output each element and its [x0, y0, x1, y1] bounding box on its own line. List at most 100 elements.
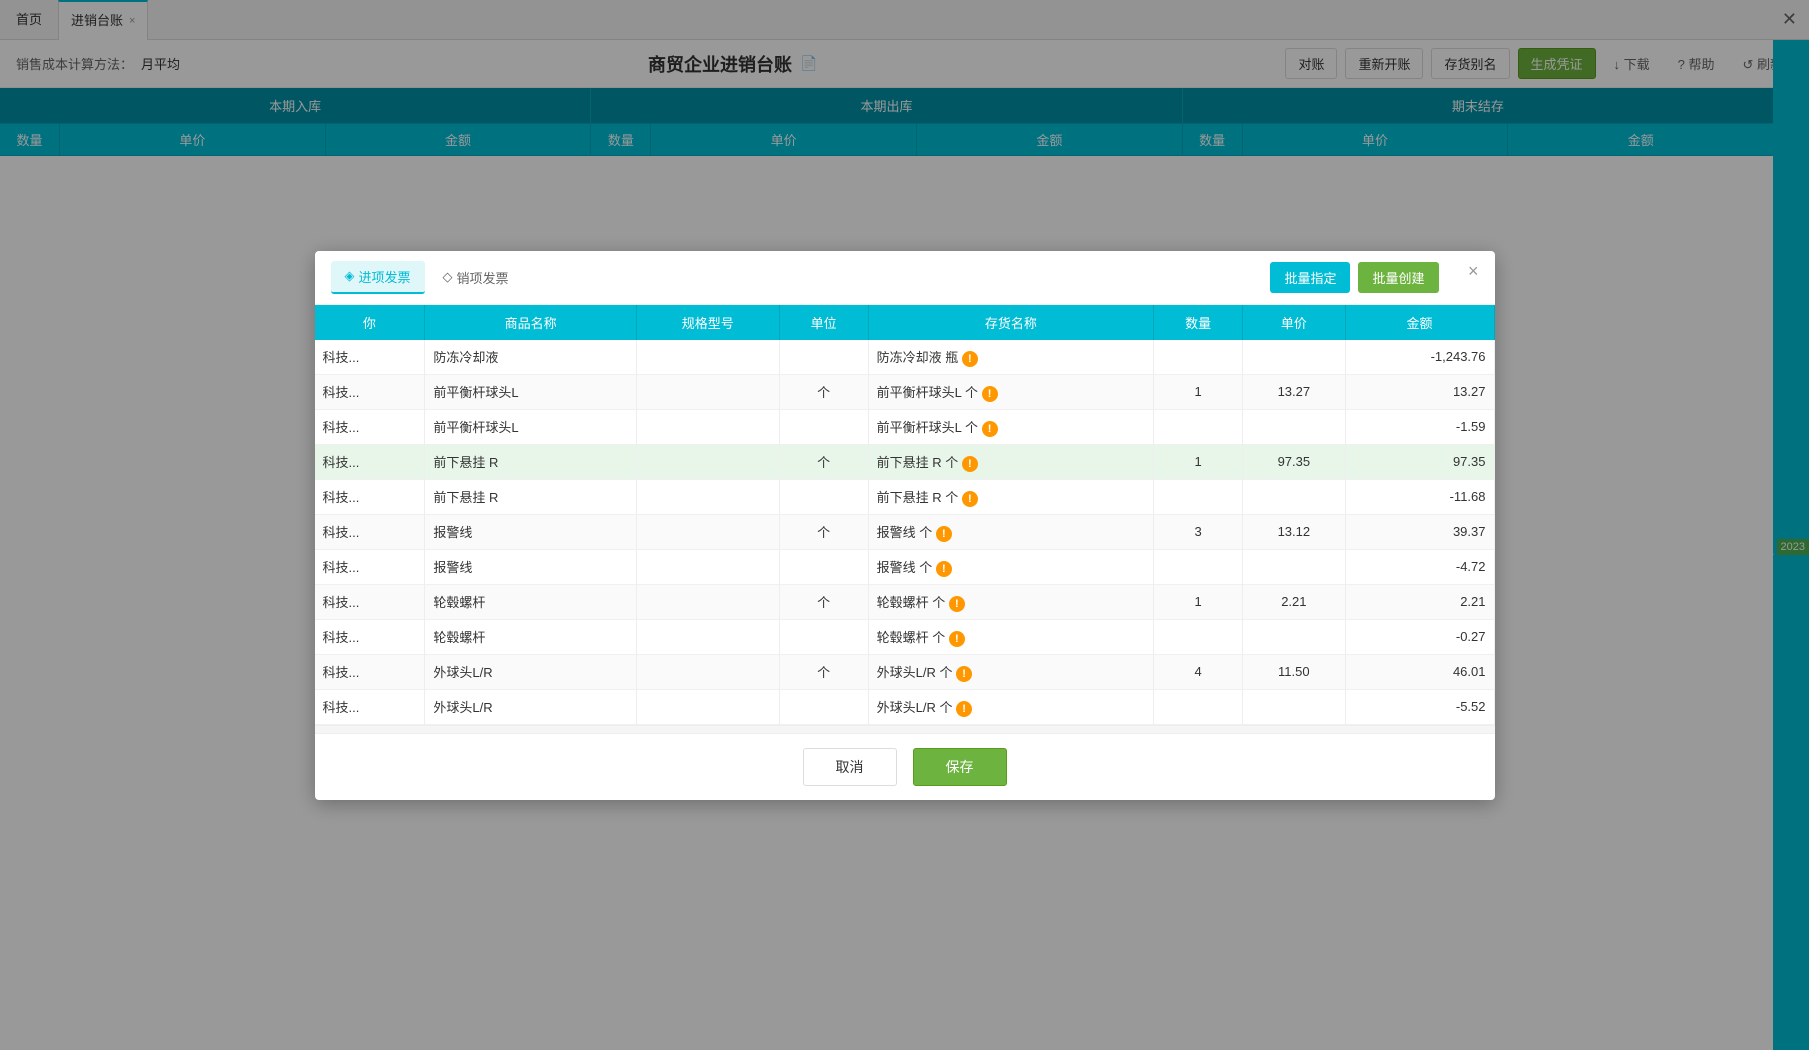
- cell-spec: [636, 584, 779, 619]
- cancel-button[interactable]: 取消: [803, 748, 897, 786]
- cell-amount: 13.27: [1345, 374, 1494, 409]
- cell-qty: 3: [1154, 514, 1243, 549]
- table-row[interactable]: 科技... 前平衡杆球头L 个 前平衡杆球头L 个 ! 1 13.27 13.2…: [315, 374, 1495, 409]
- modal-toolbar: 批量指定 批量创建: [1270, 262, 1438, 293]
- col-header-spec: 规格型号: [636, 305, 779, 340]
- cell-id: 科技...: [315, 374, 425, 409]
- warn-icon: !: [956, 666, 972, 682]
- cell-storage: 前下悬挂 R 个 !: [868, 444, 1153, 479]
- warn-icon: !: [982, 421, 998, 437]
- cell-unit: 个: [779, 374, 868, 409]
- tab-in-invoice[interactable]: ◈ 进项发票: [331, 261, 425, 294]
- cell-spec: [636, 374, 779, 409]
- cell-price: [1243, 689, 1346, 724]
- cell-qty: 4: [1154, 654, 1243, 689]
- cell-storage: 报警线 个 !: [868, 549, 1153, 584]
- cell-unit: [779, 479, 868, 514]
- cell-unit: [779, 340, 868, 375]
- cell-qty: [1154, 689, 1243, 724]
- cell-amount: -0.27: [1345, 619, 1494, 654]
- cell-price: 13.12: [1243, 514, 1346, 549]
- tab-in-icon: ◈: [345, 268, 355, 284]
- modal-close-button[interactable]: ×: [1468, 261, 1479, 282]
- batch-assign-button[interactable]: 批量指定: [1270, 262, 1350, 293]
- cell-storage: 轮毂螺杆 个 !: [868, 584, 1153, 619]
- cell-unit: [779, 409, 868, 444]
- cell-storage: 前平衡杆球头L 个 !: [868, 409, 1153, 444]
- cell-unit: 个: [779, 584, 868, 619]
- cell-storage: 轮毂螺杆 个 !: [868, 619, 1153, 654]
- cell-amount: -1.59: [1345, 409, 1494, 444]
- save-button[interactable]: 保存: [913, 748, 1007, 786]
- table-row[interactable]: 科技... 报警线 报警线 个 ! -4.72: [315, 549, 1495, 584]
- cell-price: [1243, 340, 1346, 375]
- modal-header: ◈ 进项发票 ◇ 销项发票 批量指定 批量创建 ×: [315, 251, 1495, 305]
- tab-in-label: 进项发票: [359, 267, 411, 286]
- warn-icon: !: [936, 561, 952, 577]
- table-row[interactable]: 科技... 前平衡杆球头L 前平衡杆球头L 个 ! -1.59: [315, 409, 1495, 444]
- cell-name: 报警线: [425, 549, 637, 584]
- cell-id: 科技...: [315, 409, 425, 444]
- cell-qty: [1154, 619, 1243, 654]
- cell-id: 科技...: [315, 340, 425, 375]
- modal-dialog: ◈ 进项发票 ◇ 销项发票 批量指定 批量创建 × 你 商品名称 规格型号: [315, 251, 1495, 800]
- cell-amount: -5.52: [1345, 689, 1494, 724]
- col-header-unit: 单位: [779, 305, 868, 340]
- col-header-qty: 数量: [1154, 305, 1243, 340]
- cell-name: 防冻冷却液: [425, 340, 637, 375]
- tab-out-invoice[interactable]: ◇ 销项发票: [429, 262, 523, 293]
- cell-storage: 防冻冷却液 瓶 !: [868, 340, 1153, 375]
- cell-price: 11.50: [1243, 654, 1346, 689]
- warn-icon: !: [962, 351, 978, 367]
- cell-spec: [636, 619, 779, 654]
- table-row[interactable]: 科技... 前下悬挂 R 前下悬挂 R 个 ! -11.68: [315, 479, 1495, 514]
- table-header-row: 你 商品名称 规格型号 单位 存货名称 数量 单价 金额: [315, 305, 1495, 340]
- cell-spec: [636, 689, 779, 724]
- horizontal-scrollbar[interactable]: [315, 725, 1495, 733]
- cell-price: [1243, 549, 1346, 584]
- table-row[interactable]: 科技... 轮毂螺杆 个 轮毂螺杆 个 ! 1 2.21 2.21: [315, 584, 1495, 619]
- cell-amount: -11.68: [1345, 479, 1494, 514]
- cell-amount: 2.21: [1345, 584, 1494, 619]
- cell-id: 科技...: [315, 549, 425, 584]
- cell-qty: [1154, 340, 1243, 375]
- cell-qty: [1154, 479, 1243, 514]
- warn-icon: !: [949, 596, 965, 612]
- warn-icon: !: [936, 526, 952, 542]
- cell-amount: 97.35: [1345, 444, 1494, 479]
- table-row[interactable]: 科技... 外球头L/R 外球头L/R 个 ! -5.52: [315, 689, 1495, 724]
- cell-name: 外球头L/R: [425, 689, 637, 724]
- table-row[interactable]: 科技... 前下悬挂 R 个 前下悬挂 R 个 ! 1 97.35 97.35: [315, 444, 1495, 479]
- cell-price: [1243, 409, 1346, 444]
- table-row[interactable]: 科技... 防冻冷却液 防冻冷却液 瓶 ! -1,243.76: [315, 340, 1495, 375]
- cell-id: 科技...: [315, 619, 425, 654]
- cell-unit: [779, 549, 868, 584]
- warn-icon: !: [956, 701, 972, 717]
- cell-price: 13.27: [1243, 374, 1346, 409]
- cell-amount: 39.37: [1345, 514, 1494, 549]
- cell-spec: [636, 340, 779, 375]
- cell-unit: 个: [779, 444, 868, 479]
- col-header-name: 商品名称: [425, 305, 637, 340]
- cell-amount: 46.01: [1345, 654, 1494, 689]
- cell-name: 轮毂螺杆: [425, 584, 637, 619]
- cell-name: 前下悬挂 R: [425, 479, 637, 514]
- cell-price: 2.21: [1243, 584, 1346, 619]
- table-row[interactable]: 科技... 外球头L/R 个 外球头L/R 个 ! 4 11.50 46.01: [315, 654, 1495, 689]
- batch-create-button[interactable]: 批量创建: [1358, 262, 1438, 293]
- cell-price: [1243, 619, 1346, 654]
- cell-qty: 1: [1154, 444, 1243, 479]
- col-header-storage: 存货名称: [868, 305, 1153, 340]
- cell-name: 轮毂螺杆: [425, 619, 637, 654]
- cell-storage: 前平衡杆球头L 个 !: [868, 374, 1153, 409]
- cell-name: 报警线: [425, 514, 637, 549]
- table-row[interactable]: 科技... 轮毂螺杆 轮毂螺杆 个 ! -0.27: [315, 619, 1495, 654]
- modal-table: 你 商品名称 规格型号 单位 存货名称 数量 单价 金额 科技... 防冻冷却液…: [315, 305, 1495, 725]
- warn-icon: !: [962, 491, 978, 507]
- cell-spec: [636, 409, 779, 444]
- cell-spec: [636, 514, 779, 549]
- cell-amount: -4.72: [1345, 549, 1494, 584]
- modal-footer: 取消 保存: [315, 733, 1495, 800]
- table-row[interactable]: 科技... 报警线 个 报警线 个 ! 3 13.12 39.37: [315, 514, 1495, 549]
- cell-name: 前平衡杆球头L: [425, 409, 637, 444]
